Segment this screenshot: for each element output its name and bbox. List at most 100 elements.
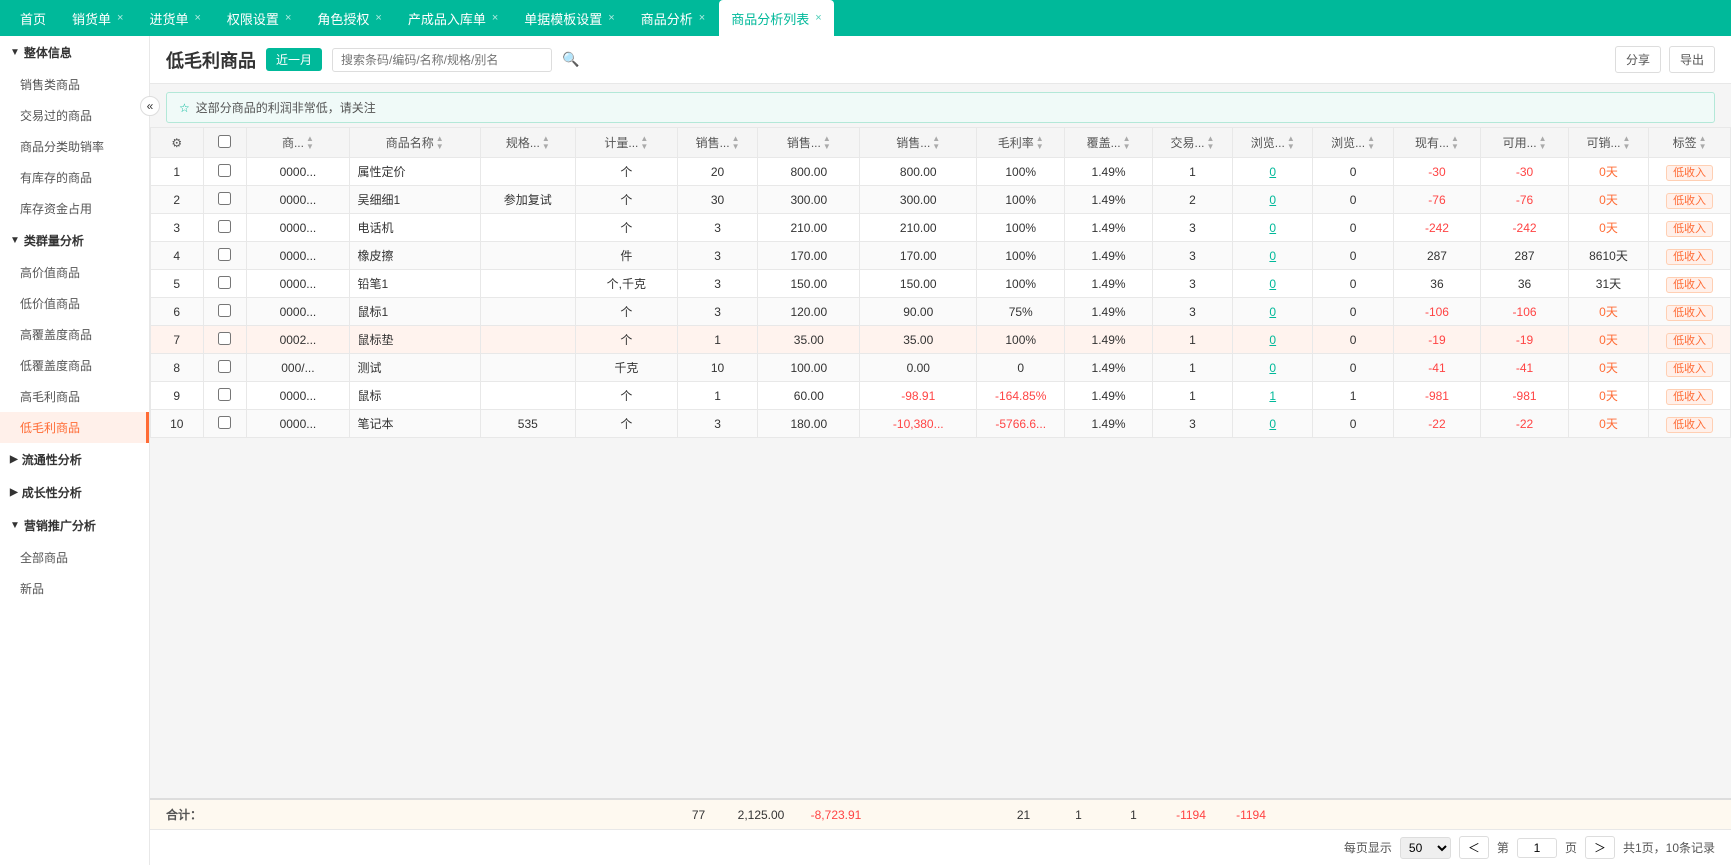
col-header-available[interactable]: 可用...▲▼ [1481,128,1569,158]
row-sellable: 0天 [1568,354,1648,382]
totals-cell: 77 [671,808,726,822]
nav-item-商品分析[interactable]: 商品分析× [629,0,717,36]
prev-page-btn[interactable]: ＜ [1459,836,1489,859]
sidebar-item-商品分类助销率[interactable]: 商品分类助销率 [0,131,149,162]
row-browse1[interactable]: 0 [1233,298,1313,326]
row-checkbox[interactable] [203,186,247,214]
col-header-browse2[interactable]: 浏览...▲▼ [1313,128,1393,158]
col-header-browse1[interactable]: 浏览...▲▼ [1233,128,1313,158]
col-header-tag[interactable]: 标签▲▼ [1649,128,1731,158]
settings-icon[interactable]: ⚙ [171,136,182,150]
sidebar-item-库存资金占用[interactable]: 库存资金占用 [0,193,149,224]
nav-item-单据模板设置[interactable]: 单据模板设置× [512,0,626,36]
col-header-current_stock[interactable]: 现有...▲▼ [1393,128,1481,158]
search-button[interactable]: 🔍 [562,51,579,68]
col-header-code[interactable]: 商...▲▼ [247,128,349,158]
sidebar-group-title[interactable]: ▶流通性分析 [0,443,149,476]
nav-close-icon[interactable]: × [699,12,705,24]
row-checkbox[interactable] [203,242,247,270]
row-checkbox[interactable] [203,158,247,186]
row-checkbox[interactable] [203,214,247,242]
sidebar-group-title[interactable]: ▶成长性分析 [0,476,149,509]
share-button[interactable]: 分享 [1615,46,1661,73]
col-header-name[interactable]: 商品名称▲▼ [349,128,480,158]
row-checkbox[interactable] [203,298,247,326]
sidebar-item-新品[interactable]: 新品 [0,573,149,604]
nav-item-销货单[interactable]: 销货单× [60,0,135,36]
sidebar-item-低覆盖度商品[interactable]: 低覆盖度商品 [0,350,149,381]
select-all-checkbox[interactable] [218,135,231,148]
row-select-checkbox[interactable] [218,416,231,429]
row-select-checkbox[interactable] [218,220,231,233]
search-input[interactable] [332,48,552,72]
row-browse1[interactable]: 1 [1233,382,1313,410]
sidebar-item-交易过的商品[interactable]: 交易过的商品 [0,100,149,131]
sidebar-item-高毛利商品[interactable]: 高毛利商品 [0,381,149,412]
row-checkbox[interactable] [203,270,247,298]
row-browse1[interactable]: 0 [1233,242,1313,270]
row-checkbox[interactable] [203,354,247,382]
nav-item-产成品入库单[interactable]: 产成品入库单× [396,0,510,36]
nav-item-权限设置[interactable]: 权限设置× [215,0,303,36]
row-browse1[interactable]: 0 [1233,410,1313,438]
sidebar-item-高覆盖度商品[interactable]: 高覆盖度商品 [0,319,149,350]
nav-close-icon[interactable]: × [815,12,821,24]
row-select-checkbox[interactable] [218,164,231,177]
sidebar-group-title[interactable]: ▼整体信息 [0,36,149,69]
row-browse1[interactable]: 0 [1233,186,1313,214]
row-select-checkbox[interactable] [218,192,231,205]
row-checkbox[interactable] [203,326,247,354]
row-select-checkbox[interactable] [218,332,231,345]
nav-close-icon[interactable]: × [117,12,123,24]
sidebar-item-有库存的商品[interactable]: 有库存的商品 [0,162,149,193]
sidebar-group-title[interactable]: ▼类群量分析 [0,224,149,257]
nav-item-首页[interactable]: 首页 [8,0,58,36]
table-row: 30000...电话机个3210.00210.00100%1.49%300-24… [151,214,1731,242]
row-checkbox[interactable] [203,382,247,410]
period-btn[interactable]: 近一月 [266,48,322,71]
page-input[interactable] [1517,838,1557,858]
col-header-sellable[interactable]: 可销...▲▼ [1568,128,1648,158]
sidebar-item-低价值商品[interactable]: 低价值商品 [0,288,149,319]
row-checkbox[interactable] [203,410,247,438]
row-browse1[interactable]: 0 [1233,158,1313,186]
col-header-spec[interactable]: 规格...▲▼ [480,128,575,158]
row-browse1[interactable]: 0 [1233,354,1313,382]
row-select-checkbox[interactable] [218,276,231,289]
page-size-select[interactable]: 50 100 200 [1400,837,1451,859]
nav-close-icon[interactable]: × [194,12,200,24]
col-header-transaction[interactable]: 交易...▲▼ [1152,128,1232,158]
nav-item-商品分析列表[interactable]: 商品分析列表× [719,0,833,36]
sidebar-group-title[interactable]: ▼营销推广分析 [0,509,149,542]
row-select-checkbox[interactable] [218,360,231,373]
col-header-coverage[interactable]: 覆盖...▲▼ [1065,128,1153,158]
col-header-sales_amount[interactable]: 销售...▲▼ [860,128,977,158]
row-gross-rate: 100% [977,326,1065,354]
col-header-unit[interactable]: 计量...▲▼ [575,128,677,158]
col-header-sales_price[interactable]: 销售...▲▼ [758,128,860,158]
sidebar-collapse-btn[interactable]: « [140,96,160,116]
row-browse1[interactable]: 0 [1233,270,1313,298]
row-select-checkbox[interactable] [218,248,231,261]
col-header-sales_qty[interactable]: 销售...▲▼ [677,128,757,158]
row-browse1[interactable]: 0 [1233,326,1313,354]
row-name: 橡皮擦 [349,242,480,270]
row-sales-qty: 1 [677,326,757,354]
row-select-checkbox[interactable] [218,388,231,401]
nav-close-icon[interactable]: × [285,12,291,24]
sidebar-item-低毛利商品[interactable]: 低毛利商品 [0,412,149,443]
sidebar-item-销售类商品[interactable]: 销售类商品 [0,69,149,100]
row-select-checkbox[interactable] [218,304,231,317]
export-button[interactable]: 导出 [1669,46,1715,73]
nav-item-角色授权[interactable]: 角色授权× [305,0,393,36]
row-browse1[interactable]: 0 [1233,214,1313,242]
sidebar-item-高价值商品[interactable]: 高价值商品 [0,257,149,288]
nav-close-icon[interactable]: × [608,12,614,24]
col-header-gross_rate[interactable]: 毛利率▲▼ [977,128,1065,158]
sidebar-item-全部商品[interactable]: 全部商品 [0,542,149,573]
nav-item-进货单[interactable]: 进货单× [137,0,212,36]
col-label: 销售... [696,134,730,151]
nav-close-icon[interactable]: × [492,12,498,24]
nav-close-icon[interactable]: × [375,12,381,24]
next-page-btn[interactable]: ＞ [1585,836,1615,859]
